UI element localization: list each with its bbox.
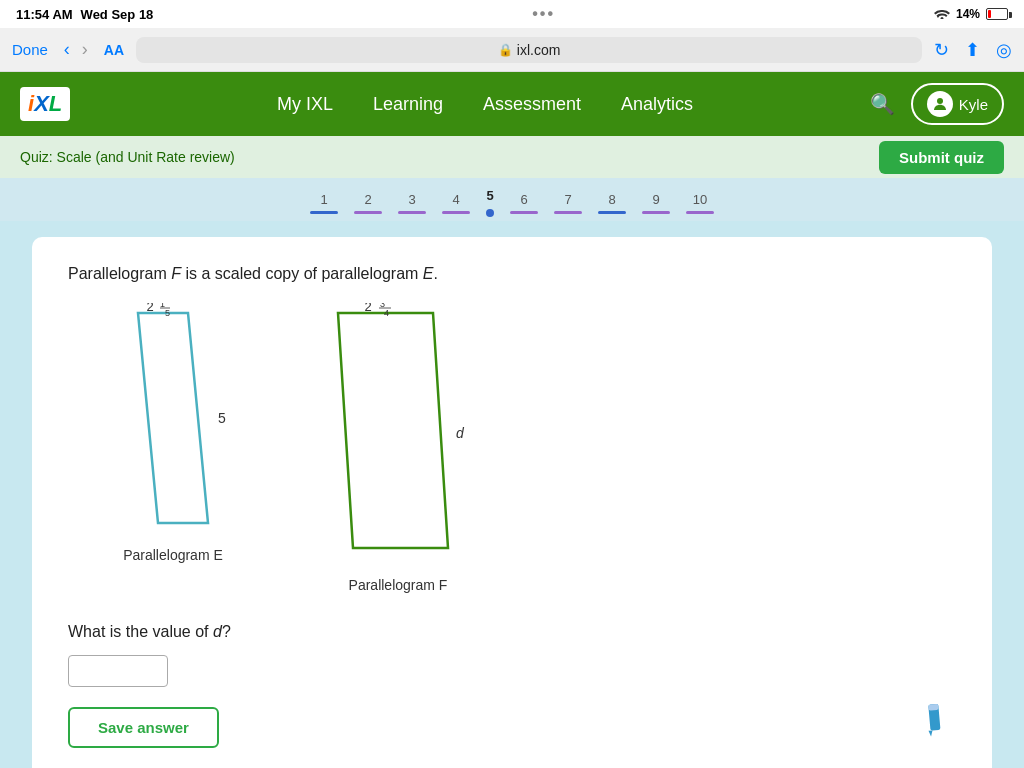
nav-right: 🔍 Kyle: [870, 83, 1004, 125]
progress-item-2[interactable]: 2: [354, 192, 382, 214]
logo-x: X: [34, 91, 49, 117]
progress-num-9: 9: [652, 192, 659, 207]
compass-button[interactable]: ◎: [996, 39, 1012, 61]
submit-quiz-button[interactable]: Submit quiz: [879, 141, 1004, 174]
svg-text:4: 4: [384, 308, 389, 318]
progress-num-2: 2: [364, 192, 371, 207]
progress-num-1: 1: [320, 192, 327, 207]
date-display: Wed Sep 18: [81, 7, 154, 22]
reload-button[interactable]: ↻: [934, 39, 949, 61]
progress-num-8: 8: [608, 192, 615, 207]
parallelogram-f-label: Parallelogram F: [349, 577, 448, 593]
progress-item-5[interactable]: 5: [486, 188, 494, 217]
svg-marker-1: [138, 313, 208, 523]
svg-rect-15: [928, 704, 938, 711]
progress-num-3: 3: [408, 192, 415, 207]
user-avatar: [927, 91, 953, 117]
sub-nav: Quiz: Scale (and Unit Rate review) Submi…: [0, 136, 1024, 178]
url-bar[interactable]: 🔒 ixl.com: [136, 37, 922, 63]
svg-text:5: 5: [165, 308, 170, 318]
nav-analytics[interactable]: Analytics: [621, 94, 693, 115]
progress-item-7[interactable]: 7: [554, 192, 582, 214]
svg-marker-14: [929, 730, 934, 736]
user-menu-button[interactable]: Kyle: [911, 83, 1004, 125]
battery-icon: [986, 8, 1008, 20]
nav-bar: i X L My IXL Learning Assessment Analyti…: [0, 72, 1024, 136]
progress-num-5: 5: [486, 188, 493, 203]
main-content: Parallelogram F is a scaled copy of para…: [0, 221, 1024, 768]
battery-percent: 14%: [956, 7, 980, 21]
progress-num-7: 7: [564, 192, 571, 207]
progress-num-10: 10: [693, 192, 707, 207]
search-icon[interactable]: 🔍: [870, 92, 895, 116]
progress-item-10[interactable]: 10: [686, 192, 714, 214]
text-size-button[interactable]: AA: [104, 42, 124, 58]
diagram-f: 2 3 4 d Parallelogram F: [318, 303, 478, 593]
nav-learning[interactable]: Learning: [373, 94, 443, 115]
share-button[interactable]: ⬆: [965, 39, 980, 61]
back-button[interactable]: ‹: [60, 39, 74, 60]
diagram-e: 2 1 5 5 Parallelogram E: [108, 303, 238, 563]
answer-prompt: What is the value of d?: [68, 623, 956, 641]
question-statement: Parallelogram F is a scaled copy of para…: [68, 265, 956, 283]
nav-myixl[interactable]: My IXL: [277, 94, 333, 115]
done-button[interactable]: Done: [12, 41, 48, 58]
progress-num-4: 4: [452, 192, 459, 207]
wifi-icon: [934, 7, 950, 22]
progress-item-8[interactable]: 8: [598, 192, 626, 214]
parallelogram-e-svg: 2 1 5 5: [108, 303, 238, 537]
logo-l: L: [49, 91, 62, 117]
browser-bar: Done ‹ › AA 🔒 ixl.com ↻ ⬆ ◎: [0, 28, 1024, 72]
progress-item-1[interactable]: 1: [310, 192, 338, 214]
svg-point-0: [937, 98, 943, 104]
progress-item-4[interactable]: 4: [442, 192, 470, 214]
answer-area: What is the value of d? Save answer: [68, 623, 956, 748]
ixl-logo[interactable]: i X L: [20, 87, 70, 121]
url-text: ixl.com: [517, 42, 561, 58]
progress-num-6: 6: [520, 192, 527, 207]
svg-text:2: 2: [146, 303, 153, 314]
browser-actions: ↻ ⬆ ◎: [934, 39, 1012, 61]
progress-bar: 1 2 3 4 5 6 7 8 9 10: [0, 178, 1024, 221]
parallelogram-e-label: Parallelogram E: [123, 547, 223, 563]
answer-input[interactable]: [68, 655, 168, 687]
progress-item-3[interactable]: 3: [398, 192, 426, 214]
quiz-title: Quiz: Scale (and Unit Rate review): [20, 149, 235, 165]
lock-icon: 🔒: [498, 43, 513, 57]
progress-item-9[interactable]: 9: [642, 192, 670, 214]
dots-menu: •••: [532, 5, 555, 23]
status-bar: 11:54 AM Wed Sep 18 ••• 14%: [0, 0, 1024, 28]
diagrams-container: 2 1 5 5 Parallelogram E: [108, 303, 956, 593]
parallelogram-f-svg: 2 3 4 d: [318, 303, 478, 567]
browser-navigation: ‹ ›: [60, 39, 92, 60]
forward-button[interactable]: ›: [78, 39, 92, 60]
question-card: Parallelogram F is a scaled copy of para…: [32, 237, 992, 768]
svg-text:5: 5: [218, 410, 226, 426]
nav-links: My IXL Learning Assessment Analytics: [100, 94, 870, 115]
nav-assessment[interactable]: Assessment: [483, 94, 581, 115]
svg-text:2: 2: [364, 303, 371, 314]
progress-item-6[interactable]: 6: [510, 192, 538, 214]
time-display: 11:54 AM: [16, 7, 73, 22]
svg-text:d: d: [456, 425, 465, 441]
username-label: Kyle: [959, 96, 988, 113]
save-answer-button[interactable]: Save answer: [68, 707, 219, 748]
svg-marker-7: [338, 313, 448, 548]
